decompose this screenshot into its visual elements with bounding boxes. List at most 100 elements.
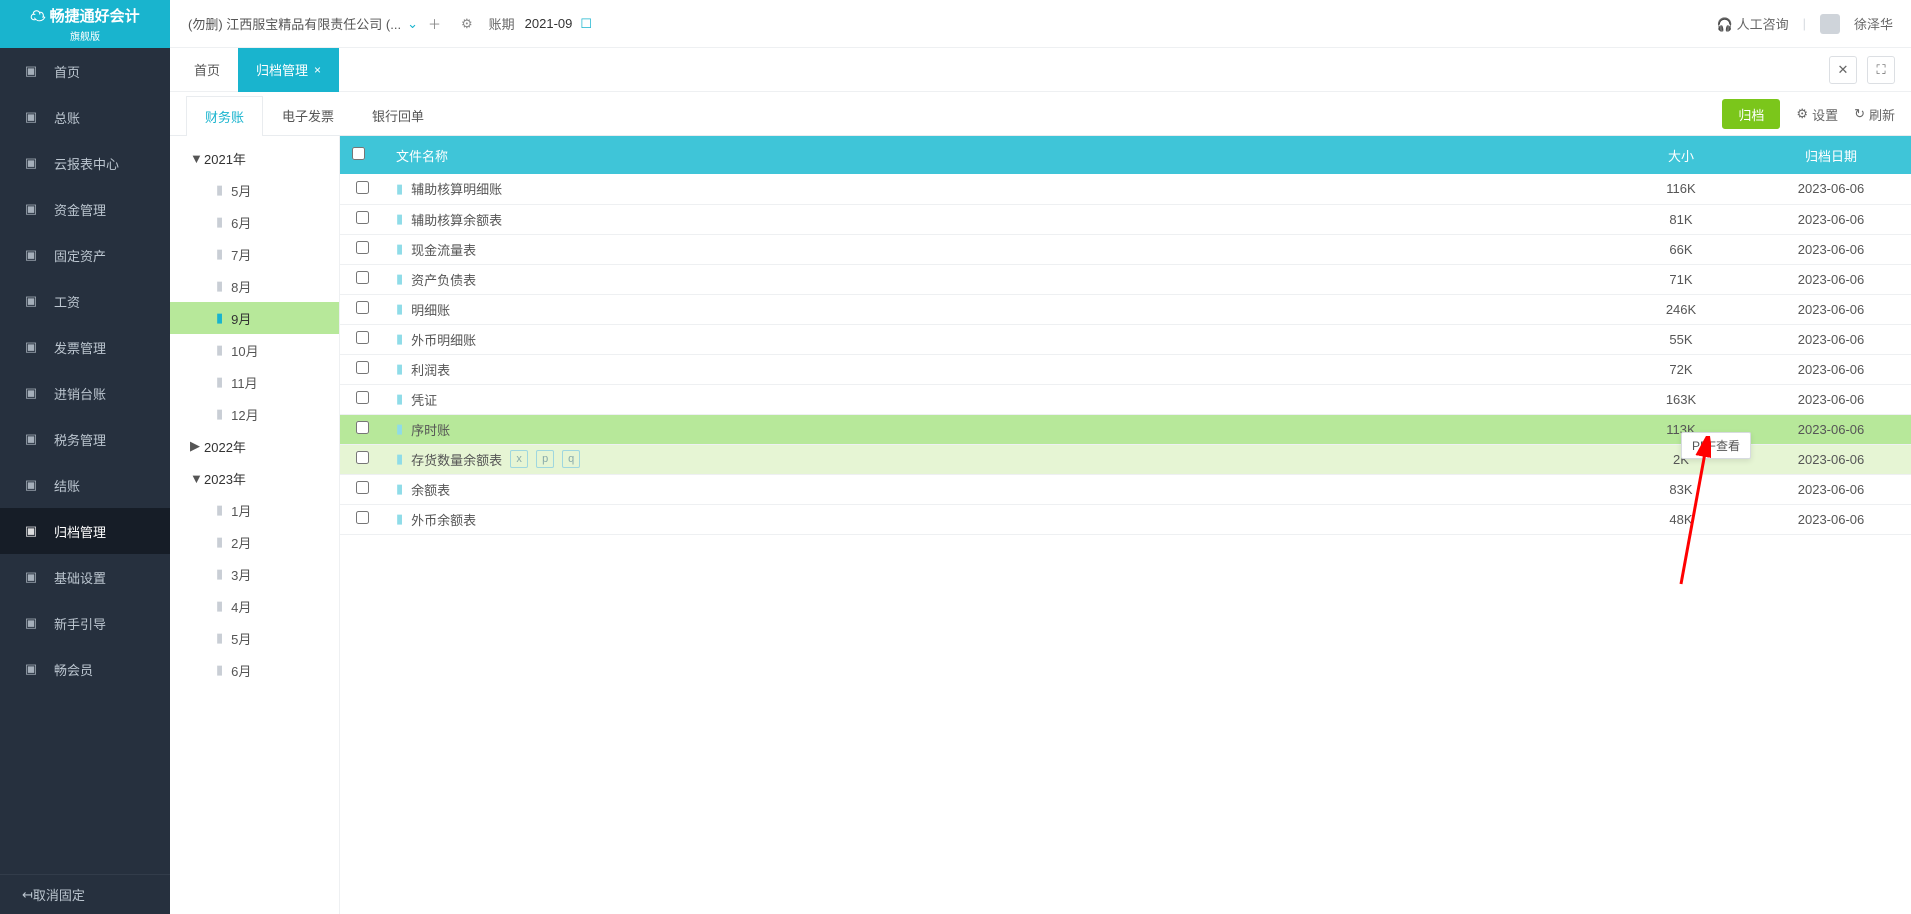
tree-month[interactable]: ▮11月 bbox=[170, 366, 339, 398]
row-checkbox[interactable] bbox=[356, 481, 369, 494]
tree-month[interactable]: ▮9月 bbox=[170, 302, 339, 334]
tab-close-icon[interactable]: × bbox=[314, 63, 321, 77]
month-label: 9月 bbox=[231, 309, 251, 328]
row-checkbox[interactable] bbox=[356, 241, 369, 254]
tree-month[interactable]: ▮7月 bbox=[170, 238, 339, 270]
table-row[interactable]: ▮利润表 72K 2023-06-06 bbox=[340, 354, 1911, 384]
table-row[interactable]: ▮余额表 83K 2023-06-06 bbox=[340, 474, 1911, 504]
row-checkbox[interactable] bbox=[356, 511, 369, 524]
table-row[interactable]: ▮明细账 246K 2023-06-06 bbox=[340, 294, 1911, 324]
nav-item-wallet[interactable]: ▣资金管理 bbox=[0, 186, 170, 232]
subtab[interactable]: 财务账 bbox=[186, 96, 263, 136]
page-tab[interactable]: 归档管理× bbox=[238, 48, 339, 92]
folder-icon: ▮ bbox=[396, 271, 403, 287]
tree-year[interactable]: ▼2021年 bbox=[170, 142, 339, 174]
folder-icon: ▮ bbox=[396, 451, 403, 467]
row-checkbox[interactable] bbox=[356, 361, 369, 374]
caret-right-icon: ▶ bbox=[190, 438, 204, 454]
inventory-icon: ▣ bbox=[22, 384, 40, 402]
close-tab-button[interactable]: ✕ bbox=[1829, 56, 1857, 84]
company-selector[interactable]: (勿删) 江西服宝精品有限责任公司 (... ⌄ bbox=[188, 14, 418, 33]
month-label: 5月 bbox=[231, 181, 251, 200]
nav-item-label: 税务管理 bbox=[54, 430, 106, 449]
period-value[interactable]: 2021-09 bbox=[525, 16, 573, 31]
settings-icon[interactable]: ⚙ bbox=[461, 16, 473, 32]
table-row[interactable]: ▮现金流量表 66K 2023-06-06 bbox=[340, 234, 1911, 264]
tree-year[interactable]: ▼2023年 bbox=[170, 462, 339, 494]
nav-item-inventory[interactable]: ▣ 进销台账 bbox=[0, 370, 170, 416]
pdf-view-icon[interactable]: q bbox=[562, 450, 580, 468]
excel-view-icon[interactable]: x bbox=[510, 450, 528, 468]
table-row[interactable]: ▮辅助核算明细账 116K 2023-06-06 bbox=[340, 174, 1911, 204]
row-checkbox[interactable] bbox=[356, 211, 369, 224]
tree-month[interactable]: ▮6月 bbox=[170, 206, 339, 238]
tree-month[interactable]: ▮1月 bbox=[170, 494, 339, 526]
avatar[interactable] bbox=[1820, 14, 1840, 34]
folder-icon: ▮ bbox=[216, 566, 223, 582]
row-checkbox[interactable] bbox=[356, 181, 369, 194]
table-row[interactable]: ▮外币明细账 55K 2023-06-06 bbox=[340, 324, 1911, 354]
tree-year[interactable]: ▶2022年 bbox=[170, 430, 339, 462]
unpin-sidebar[interactable]: ↤ 取消固定 bbox=[0, 874, 170, 914]
settings-button[interactable]: ⚙设置 bbox=[1796, 105, 1838, 124]
table-row[interactable]: ▮资产负债表 71K 2023-06-06 bbox=[340, 264, 1911, 294]
company-name: 江西服宝精品有限责任公司 (... bbox=[226, 14, 401, 33]
row-checkbox[interactable] bbox=[356, 421, 369, 434]
consult-button[interactable]: 🎧 人工咨询 bbox=[1717, 14, 1789, 33]
table-row[interactable]: ▮辅助核算余额表 81K 2023-06-06 bbox=[340, 204, 1911, 234]
user-name[interactable]: 徐泽华 bbox=[1854, 14, 1893, 33]
folder-icon: ▮ bbox=[216, 374, 223, 390]
add-icon[interactable]: ＋ bbox=[428, 14, 441, 33]
table-row[interactable]: ▮凭证 163K 2023-06-06 bbox=[340, 384, 1911, 414]
tree-month[interactable]: ▮5月 bbox=[170, 174, 339, 206]
tree-month[interactable]: ▮3月 bbox=[170, 558, 339, 590]
nav-item-label: 基础设置 bbox=[54, 568, 106, 587]
tree-month[interactable]: ▮2月 bbox=[170, 526, 339, 558]
page-tab[interactable]: 首页 bbox=[176, 48, 238, 92]
refresh-label: 刷新 bbox=[1869, 105, 1895, 124]
nav-item-asset[interactable]: ▣固定资产 bbox=[0, 232, 170, 278]
archive-icon: ▣ bbox=[22, 522, 40, 540]
subtab[interactable]: 银行回单 bbox=[353, 95, 443, 135]
archive-button[interactable]: 归档 bbox=[1722, 99, 1780, 129]
subtab[interactable]: 电子发票 bbox=[263, 95, 353, 135]
nav-item-vip[interactable]: ▣畅会员 bbox=[0, 646, 170, 692]
col-header-size[interactable]: 大小 bbox=[1611, 136, 1751, 174]
nav-item-invoice[interactable]: ▣发票管理 bbox=[0, 324, 170, 370]
row-checkbox[interactable] bbox=[356, 301, 369, 314]
table-row[interactable]: ▮存货数量余额表 x p q 2K 2023-06-06 bbox=[340, 444, 1911, 474]
consult-label: 人工咨询 bbox=[1737, 17, 1789, 32]
tree-month[interactable]: ▮4月 bbox=[170, 590, 339, 622]
brand-logo: ☁ 畅捷通好会计 旗舰版 bbox=[0, 0, 170, 48]
nav-item-label: 进销台账 bbox=[54, 384, 106, 403]
nav-item-tax[interactable]: ▣税务管理 bbox=[0, 416, 170, 462]
tree-month[interactable]: ▮5月 bbox=[170, 622, 339, 654]
table-row[interactable]: ▮外币余额表 48K 2023-06-06 bbox=[340, 504, 1911, 534]
row-checkbox[interactable] bbox=[356, 331, 369, 344]
calendar-icon[interactable]: ☐ bbox=[580, 16, 592, 32]
nav-item-chart[interactable]: ▣云报表中心 bbox=[0, 140, 170, 186]
row-checkbox[interactable] bbox=[356, 391, 369, 404]
tree-month[interactable]: ▮8月 bbox=[170, 270, 339, 302]
nav-item-home[interactable]: ▣首页 bbox=[0, 48, 170, 94]
nav-item-close[interactable]: ▣结账 bbox=[0, 462, 170, 508]
table-row[interactable]: ▮序时账 113K 2023-06-06 bbox=[340, 414, 1911, 444]
nav-item-ledger[interactable]: ▣总账 bbox=[0, 94, 170, 140]
folder-icon: ▮ bbox=[216, 630, 223, 646]
refresh-button[interactable]: ↻刷新 bbox=[1854, 105, 1895, 124]
row-checkbox[interactable] bbox=[356, 271, 369, 284]
tree-month[interactable]: ▮12月 bbox=[170, 398, 339, 430]
nav-item-archive[interactable]: ▣归档管理 bbox=[0, 508, 170, 554]
row-checkbox[interactable] bbox=[356, 451, 369, 464]
folder-icon: ▮ bbox=[216, 246, 223, 262]
nav-item-salary[interactable]: ▣工资 bbox=[0, 278, 170, 324]
select-all-checkbox[interactable] bbox=[352, 147, 365, 160]
tree-month[interactable]: ▮10月 bbox=[170, 334, 339, 366]
nav-item-guide[interactable]: ▣新手引导 bbox=[0, 600, 170, 646]
nav-item-gear[interactable]: ▣基础设置 bbox=[0, 554, 170, 600]
col-header-date[interactable]: 归档日期 bbox=[1751, 136, 1911, 174]
pdf-download-icon[interactable]: p bbox=[536, 450, 554, 468]
fullscreen-button[interactable]: ⛶ bbox=[1867, 56, 1895, 84]
tree-month[interactable]: ▮6月 bbox=[170, 654, 339, 686]
col-header-name[interactable]: 文件名称 bbox=[384, 136, 1611, 174]
